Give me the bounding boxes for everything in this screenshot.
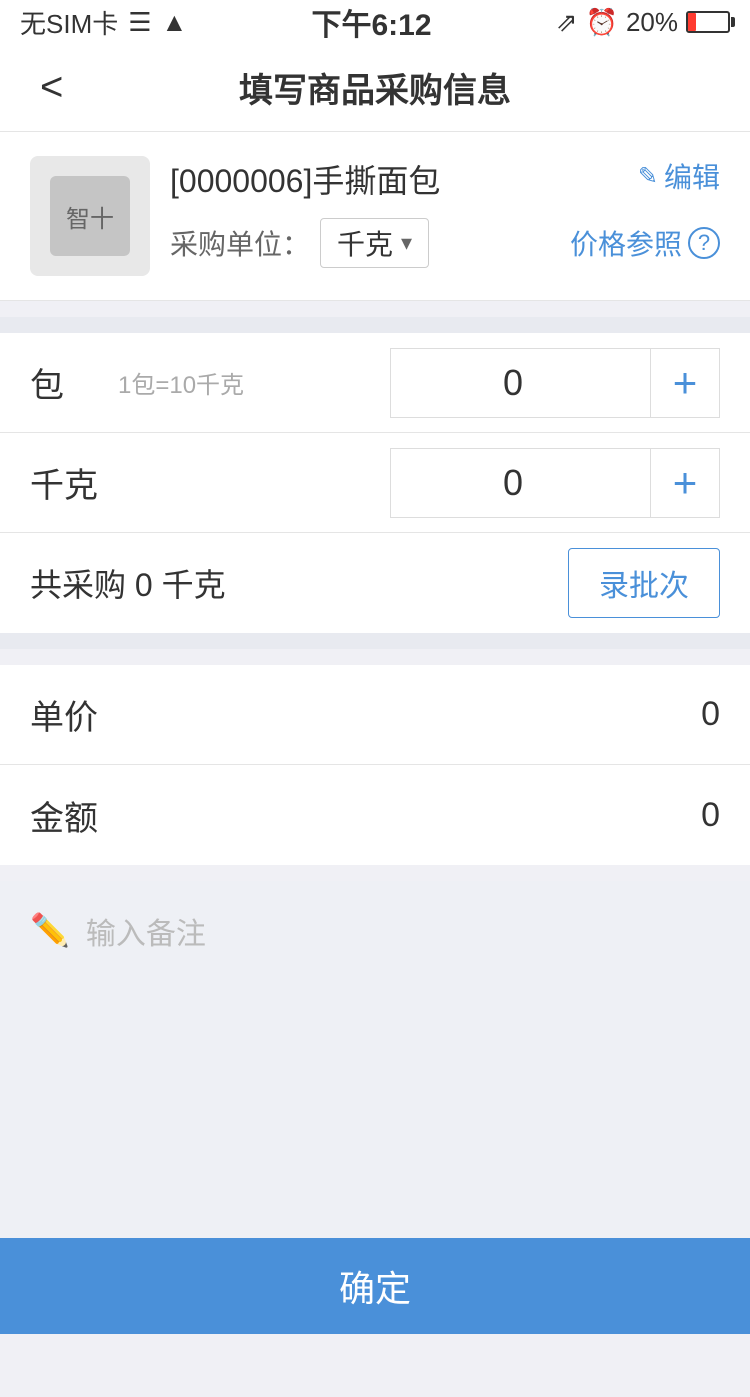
bag-input-row: 包 1包=10千克 + (0, 333, 750, 433)
bag-label: 包 (30, 358, 110, 407)
alarm-icon: ⏰ (586, 7, 618, 38)
pencil-icon: ✏️ (30, 911, 70, 949)
wifi-signal: ▲ (162, 7, 188, 38)
bag-input-controls: + (390, 348, 720, 418)
unit-select[interactable]: 千克 ▾ (320, 218, 429, 268)
unit-price-label: 单价 (30, 690, 98, 739)
edit-icon: ✎ (638, 162, 658, 191)
amount-value: 0 (701, 796, 720, 835)
kg-input-row: 千克 + (0, 433, 750, 533)
section-divider-1 (0, 317, 750, 333)
amount-label: 金额 (30, 791, 98, 840)
status-bar: 无SIM卡 ☰ ▲ 下午6:12 ⇗ ⏰ 20% (0, 0, 750, 44)
kg-quantity-input[interactable] (390, 448, 650, 518)
battery-percent: 20% (626, 7, 678, 38)
back-button[interactable]: < (30, 55, 73, 120)
record-batch-button[interactable]: 录批次 (568, 548, 720, 618)
product-name: [0000006]手撕面包 (170, 156, 440, 202)
help-icon: ? (688, 227, 720, 259)
input-section: 包 1包=10千克 + 千克 + 共采购 0 千克 录批次 (0, 333, 750, 633)
wifi-icon: ☰ (128, 7, 151, 38)
location-icon: ⇗ (556, 7, 578, 38)
bag-plus-button[interactable]: + (650, 348, 720, 418)
total-row: 共采购 0 千克 录批次 (0, 533, 750, 633)
unit-selector-group: 采购单位： 千克 ▾ (170, 218, 429, 268)
nav-bar: < 填写商品采购信息 (0, 44, 750, 132)
product-unit-row: 采购单位： 千克 ▾ 价格参照 ? (170, 218, 720, 268)
amount-row: 金额 0 (0, 765, 750, 865)
status-right: ⇗ ⏰ 20% (556, 7, 730, 38)
kg-plus-button[interactable]: + (650, 448, 720, 518)
product-card: 智十 [0000006]手撕面包 ✎ 编辑 采购单位： 千克 ▾ 价格参照 ? (0, 132, 750, 301)
unit-price-value: 0 (701, 695, 720, 734)
price-section: 单价 0 金额 0 (0, 665, 750, 865)
kg-input-controls: + (390, 448, 720, 518)
product-image: 智十 (30, 156, 150, 276)
note-placeholder: 输入备注 (86, 909, 206, 953)
product-header: [0000006]手撕面包 ✎ 编辑 (170, 156, 720, 202)
confirm-button[interactable]: 确定 (0, 1238, 750, 1334)
unit-label: 采购单位： (170, 223, 310, 263)
status-left: 无SIM卡 ☰ ▲ (20, 4, 187, 41)
status-time: 下午6:12 (312, 0, 432, 44)
edit-button[interactable]: ✎ 编辑 (638, 156, 720, 196)
dropdown-icon: ▾ (401, 230, 412, 256)
page-title: 填写商品采购信息 (239, 63, 511, 112)
total-text: 共采购 0 千克 (30, 560, 226, 606)
bag-sub-label: 1包=10千克 (118, 365, 390, 400)
product-logo: 智十 (50, 176, 130, 256)
product-info: [0000006]手撕面包 ✎ 编辑 采购单位： 千克 ▾ 价格参照 ? (170, 156, 720, 268)
price-ref-button[interactable]: 价格参照 ? (570, 223, 720, 263)
carrier-text: 无SIM卡 (20, 4, 118, 41)
unit-price-row: 单价 0 (0, 665, 750, 765)
section-divider-2 (0, 633, 750, 649)
kg-label: 千克 (30, 458, 110, 507)
battery-icon (686, 11, 730, 33)
bag-quantity-input[interactable] (390, 348, 650, 418)
